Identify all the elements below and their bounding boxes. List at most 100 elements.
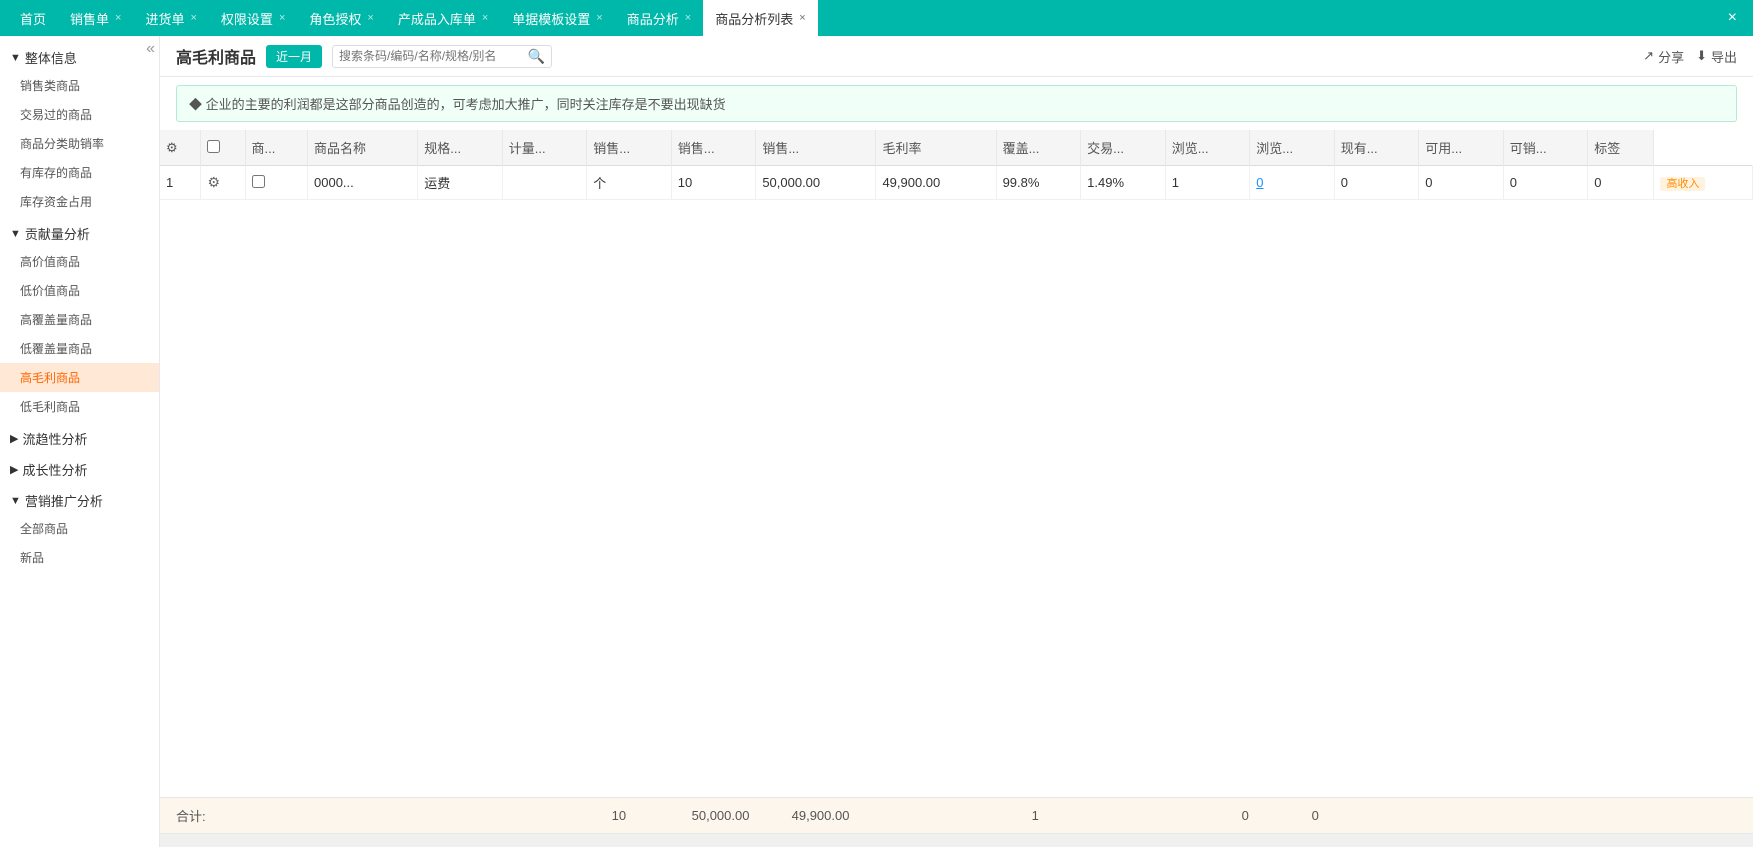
col-header-name[interactable]: 商品名称 — [308, 130, 418, 166]
sidebar-section-整体信息[interactable]: ▼整体信息 — [0, 40, 159, 71]
nav-close-icon[interactable]: × — [279, 12, 285, 24]
footer-cell-9 — [886, 808, 956, 823]
nav-item-产成品入库单[interactable]: 产成品入库单× — [386, 0, 500, 36]
col-header-checkbox[interactable] — [201, 130, 245, 166]
sidebar-item-销售类商品[interactable]: 销售类商品 — [0, 71, 159, 100]
col-header-saleable[interactable]: 可销... — [1503, 130, 1588, 166]
nav-item-单据模板设置[interactable]: 单据模板设置× — [500, 0, 614, 36]
section-arrow-icon: ▼ — [10, 52, 21, 64]
sidebar-item-低价值商品[interactable]: 低价值商品 — [0, 276, 159, 305]
total-label: 合计: — [176, 806, 206, 825]
sidebar-item-商品分类助销率[interactable]: 商品分类助销率 — [0, 129, 159, 158]
nav-close-icon[interactable]: × — [799, 12, 805, 24]
col-header-current[interactable]: 现有... — [1334, 130, 1419, 166]
col-header-browse2[interactable]: 浏览... — [1250, 130, 1335, 166]
cell-index: 1 — [160, 166, 201, 200]
cell-coverage: 1.49% — [1081, 166, 1166, 200]
sidebar-section-贡献量分析[interactable]: ▼贡献量分析 — [0, 216, 159, 247]
section-arrow-icon: ▶ — [10, 463, 18, 476]
nav-close-icon[interactable]: × — [190, 12, 196, 24]
col-header-trade[interactable]: 交易... — [1081, 130, 1166, 166]
browse-link[interactable]: 0 — [1256, 175, 1263, 190]
export-label: 导出 — [1711, 47, 1737, 66]
sidebar-section-成长性分析[interactable]: ▶成长性分析 — [0, 452, 159, 483]
sidebar-section-流趋性分析[interactable]: ▶流趋性分析 — [0, 421, 159, 452]
col-header-tag[interactable]: 标签 — [1588, 130, 1654, 166]
export-button[interactable]: ⬇ 导出 — [1696, 47, 1737, 66]
search-icon[interactable]: 🔍 — [528, 48, 545, 65]
main-layout: « ▼整体信息销售类商品交易过的商品商品分类助销率有库存的商品库存资金占用▼贡献… — [0, 36, 1753, 847]
nav-close-icon[interactable]: × — [482, 12, 488, 24]
col-header-browse1[interactable]: 浏览... — [1165, 130, 1250, 166]
col-header-sales_qty[interactable]: 销售... — [587, 130, 672, 166]
sidebar-item-库存资金占用[interactable]: 库存资金占用 — [0, 187, 159, 216]
info-banner: ◆ 企业的主要的利润都是这部分商品创造的，可考虑加大推广，同时关注库存是不要出现… — [176, 85, 1737, 122]
row-checkbox[interactable] — [252, 175, 265, 188]
cell-browse1[interactable]: 0 — [1250, 166, 1335, 200]
sidebar-item-低毛利商品[interactable]: 低毛利商品 — [0, 392, 159, 421]
content-header: 高毛利商品 近一月 🔍 ↗ 分享 ⬇ 导出 — [160, 36, 1753, 77]
sidebar-item-有库存的商品[interactable]: 有库存的商品 — [0, 158, 159, 187]
col-header-unit[interactable]: 计量... — [502, 130, 587, 166]
nav-item-首页[interactable]: 首页 — [8, 0, 58, 36]
sidebar-item-高价值商品[interactable]: 高价值商品 — [0, 247, 159, 276]
nav-item-销售单[interactable]: 销售单× — [58, 0, 133, 36]
table-container: ⚙商...商品名称规格...计量...销售...销售...销售...毛利率覆盖.… — [160, 130, 1753, 797]
row-settings-icon[interactable]: ⚙ — [207, 174, 220, 190]
sidebar-item-新品[interactable]: 新品 — [0, 543, 159, 572]
cell-sales_cost: 49,900.00 — [876, 166, 996, 200]
col-header-code[interactable]: 商... — [245, 130, 307, 166]
nav-close-icon[interactable]: × — [685, 12, 691, 24]
sidebar-collapse-button[interactable]: « — [146, 40, 155, 58]
col-header-sales_amount[interactable]: 销售... — [671, 130, 756, 166]
col-header-gross_margin[interactable]: 毛利率 — [876, 130, 996, 166]
cell-tag: 高收入 — [1654, 166, 1753, 200]
sidebar-item-高毛利商品[interactable]: 高毛利商品 — [0, 363, 159, 392]
nav-close-icon[interactable]: × — [115, 12, 121, 24]
cell-browse2: 0 — [1334, 166, 1419, 200]
sidebar-item-全部商品[interactable]: 全部商品 — [0, 514, 159, 543]
select-all-checkbox[interactable] — [207, 140, 220, 153]
footer-cell-13 — [1166, 808, 1236, 823]
nav-item-权限设置[interactable]: 权限设置× — [209, 0, 297, 36]
nav-item-进货单[interactable]: 进货单× — [133, 0, 208, 36]
share-button[interactable]: ↗ 分享 — [1643, 47, 1684, 66]
col-header-coverage[interactable]: 覆盖... — [996, 130, 1081, 166]
cell-current: 0 — [1419, 166, 1504, 200]
tag-badge: 高收入 — [1660, 177, 1705, 191]
nav-item-角色授权[interactable]: 角色授权× — [297, 0, 385, 36]
footer-cell-2 — [286, 808, 366, 823]
cell-trade: 1 — [1165, 166, 1250, 200]
section-arrow-icon: ▼ — [10, 228, 21, 240]
col-header-settings[interactable]: ⚙ — [160, 130, 201, 166]
filter-month-button[interactable]: 近一月 — [266, 45, 322, 68]
header-actions: ↗ 分享 ⬇ 导出 — [1643, 47, 1737, 66]
sidebar-item-低覆盖量商品[interactable]: 低覆盖量商品 — [0, 334, 159, 363]
col-header-sales_cost[interactable]: 销售... — [756, 130, 876, 166]
share-label: 分享 — [1658, 47, 1684, 66]
sidebar-item-高覆盖量商品[interactable]: 高覆盖量商品 — [0, 305, 159, 334]
section-arrow-icon: ▼ — [10, 495, 21, 507]
nav-item-商品分析列表[interactable]: 商品分析列表× — [703, 0, 817, 36]
sidebar-item-交易过的商品[interactable]: 交易过的商品 — [0, 100, 159, 129]
close-all-button[interactable]: × — [1720, 9, 1745, 27]
col-header-spec[interactable]: 规格... — [418, 130, 503, 166]
section-title-label: 营销推广分析 — [25, 491, 103, 510]
cell-sales_qty: 10 — [671, 166, 756, 200]
col-header-available[interactable]: 可用... — [1419, 130, 1504, 166]
footer-cell-12 — [1096, 808, 1166, 823]
cell-name: 运费 — [418, 166, 503, 200]
footer-cell-11: 1 — [1026, 808, 1096, 823]
info-banner-text: ◆ 企业的主要的利润都是这部分商品创造的，可考虑加大推广，同时关注库存是不要出现… — [189, 94, 726, 113]
nav-close-icon[interactable]: × — [367, 12, 373, 24]
sidebar-section-营销推广分析[interactable]: ▼ 营销推广分析 — [0, 483, 159, 514]
nav-item-商品分析[interactable]: 商品分析× — [615, 0, 703, 36]
cell-unit: 个 — [587, 166, 672, 200]
horizontal-scrollbar[interactable] — [160, 833, 1753, 847]
cell-spec — [502, 166, 587, 200]
section-title-label: 流趋性分析 — [22, 429, 87, 448]
footer-cell-17 — [1446, 808, 1506, 823]
data-table: ⚙商...商品名称规格...计量...销售...销售...销售...毛利率覆盖.… — [160, 130, 1753, 200]
search-input[interactable] — [339, 49, 528, 63]
nav-close-icon[interactable]: × — [596, 12, 602, 24]
